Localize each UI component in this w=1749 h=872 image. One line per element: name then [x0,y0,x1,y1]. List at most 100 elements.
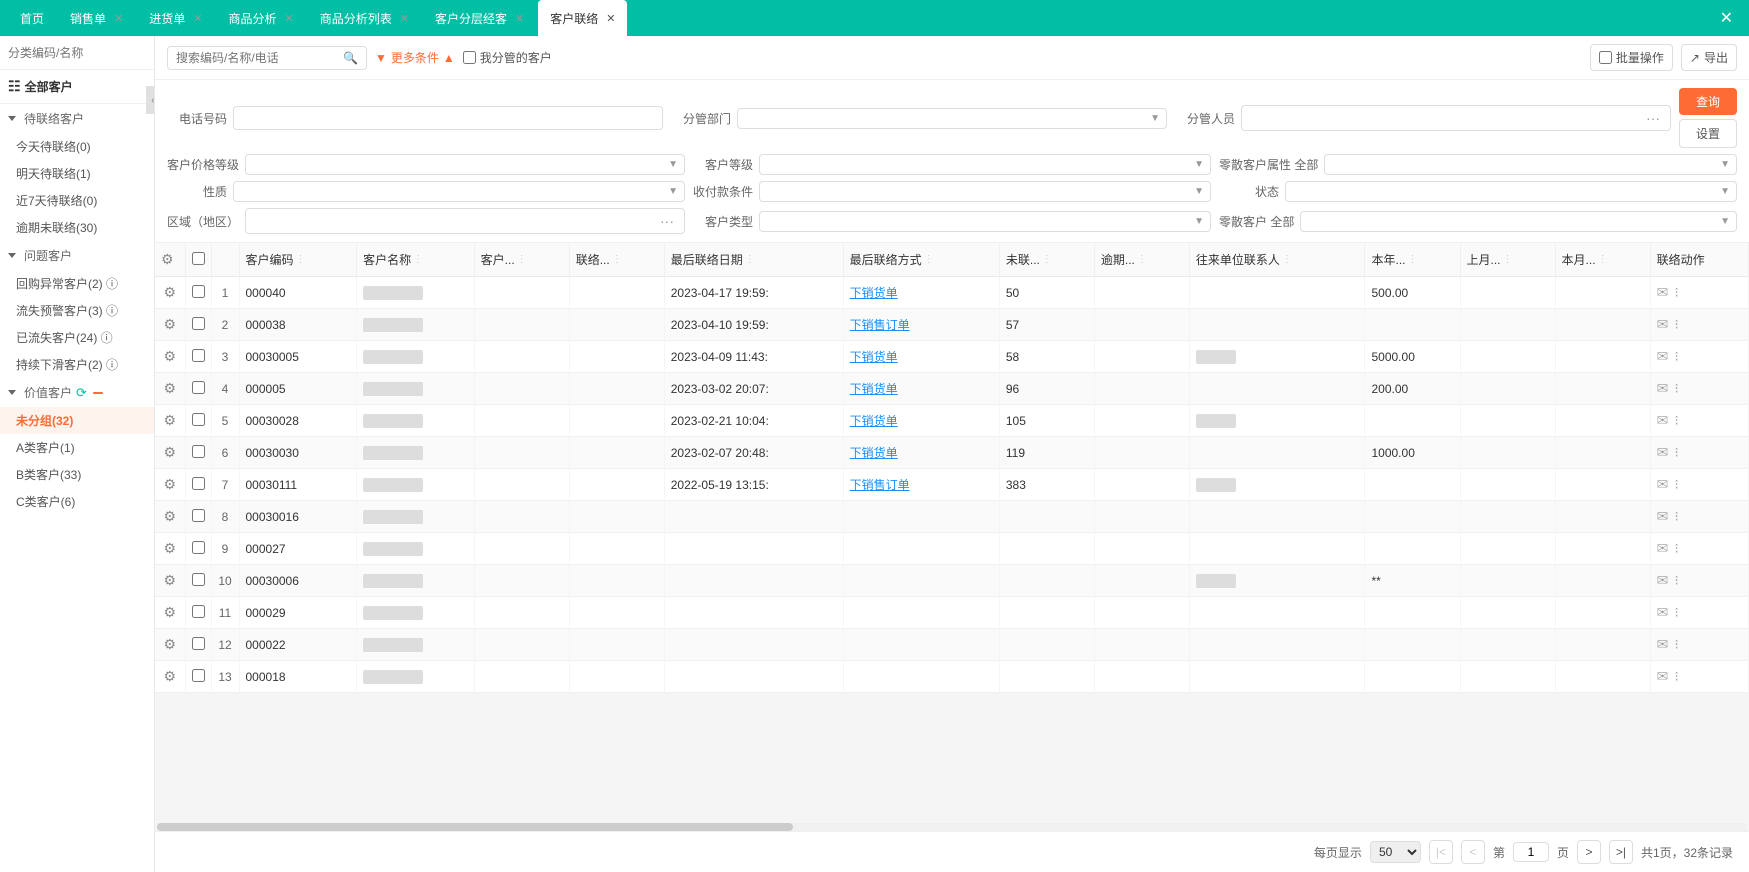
tab-product-analysis[interactable]: 商品分析 ✕ [216,0,305,36]
sidebar-all-customers[interactable]: ☷ 全部客户 [0,70,154,104]
product-analysis-list-tab-close[interactable]: ✕ [400,12,409,25]
col-contact-person-resize[interactable]: ⋮ [1282,254,1292,265]
col-last-month[interactable]: 上月...⋮ [1460,243,1555,277]
col-this-year-resize[interactable]: ⋮ [1408,254,1418,265]
action-grid-icon[interactable]: ⁝ [1674,572,1678,589]
sidebar-section-pending[interactable]: 待联络客户 [0,104,154,133]
row-method-link[interactable]: 下销货单 [850,382,898,396]
search-input[interactable] [176,51,339,65]
filter-phone-input[interactable] [233,106,663,130]
action-grid-icon[interactable]: ⁝ [1674,540,1678,557]
action-chat-icon[interactable]: ✉ [1657,412,1669,429]
col-no-contact[interactable]: 未联...⋮ [999,243,1094,277]
col-code-resize[interactable]: ⋮ [296,254,306,265]
sidebar-item-declining[interactable]: 持续下滑客户(2) ⓘ [0,351,154,378]
col-type-resize[interactable]: ⋮ [517,254,527,265]
sidebar-item-churn-warning[interactable]: 流失预警客户(3) ⓘ [0,297,154,324]
sales-tab-close[interactable]: ✕ [114,12,123,25]
col-overdue[interactable]: 逾期...⋮ [1094,243,1189,277]
row-checkbox[interactable] [192,573,205,586]
close-all-tabs[interactable]: ✕ [1712,8,1741,28]
filter-region-select[interactable]: ··· [245,208,685,234]
sidebar-item-class-b[interactable]: B类客户(33) [0,461,154,488]
select-all-checkbox[interactable] [192,252,205,265]
col-this-month[interactable]: 本月...⋮ [1555,243,1650,277]
col-contact[interactable]: 联络...⋮ [569,243,664,277]
filter-nature-select[interactable]: ▼ [233,181,685,202]
row-method-link[interactable]: 下销货单 [850,414,898,428]
export-btn[interactable]: ↗ 导出 [1681,44,1737,71]
my-customers-checkbox-label[interactable]: 我分管的客户 [463,49,552,66]
col-last-method-resize[interactable]: ⋮ [924,254,934,265]
sidebar-item-repurchase-abnormal[interactable]: 回购异常客户(2) ⓘ [0,270,154,297]
page-input[interactable] [1513,842,1549,862]
scroll-thumb[interactable] [157,823,793,831]
row-checkbox[interactable] [192,477,205,490]
row-gear[interactable]: ⚙ [155,533,185,565]
filter-status-select[interactable]: ▼ [1285,181,1737,202]
row-gear[interactable]: ⚙ [155,437,185,469]
prev-page-btn[interactable]: < [1461,840,1485,864]
row-gear[interactable]: ⚙ [155,373,185,405]
col-overdue-resize[interactable]: ⋮ [1137,254,1147,265]
col-code[interactable]: 客户编码⋮ [239,243,357,277]
action-chat-icon[interactable]: ✉ [1657,508,1669,525]
row-gear[interactable]: ⚙ [155,661,185,693]
filter-person-select[interactable]: ··· [1241,105,1671,131]
col-last-month-resize[interactable]: ⋮ [1503,254,1513,265]
row-method-link[interactable]: 下销货单 [850,286,898,300]
tab-customer-contact[interactable]: 客户联络 ✕ [538,0,627,36]
action-grid-icon[interactable]: ⁝ [1674,476,1678,493]
col-name[interactable]: 客户名称⋮ [357,243,475,277]
sidebar-item-unclassified[interactable]: 未分组(32) [0,407,154,434]
customer-segment-tab-close[interactable]: ✕ [515,12,524,25]
reset-btn[interactable]: 设置 [1679,119,1737,148]
col-gear[interactable]: ⚙ [155,243,185,277]
row-checkbox[interactable] [192,317,205,330]
sidebar-section-problem[interactable]: 问题客户 [0,241,154,270]
row-gear[interactable]: ⚙ [155,309,185,341]
row-gear[interactable]: ⚙ [155,469,185,501]
row-gear[interactable]: ⚙ [155,341,185,373]
sidebar-collapse-btn[interactable]: « [146,86,155,114]
action-chat-icon[interactable]: ✉ [1657,348,1669,365]
row-gear[interactable]: ⚙ [155,597,185,629]
action-chat-icon[interactable]: ✉ [1657,284,1669,301]
row-method-link[interactable]: 下销售订单 [850,478,910,492]
col-last-date-resize[interactable]: ⋮ [745,254,755,265]
action-grid-icon[interactable]: ⁝ [1674,412,1678,429]
action-chat-icon[interactable]: ✉ [1657,668,1669,685]
col-name-resize[interactable]: ⋮ [413,254,423,265]
more-conditions-btn[interactable]: ▼ 更多条件 ▲ [375,49,455,66]
row-gear[interactable]: ⚙ [155,405,185,437]
tab-customer-segment[interactable]: 客户分层经客 ✕ [423,0,536,36]
sidebar-item-class-c[interactable]: C类客户(6) [0,488,154,515]
value-refresh-icon[interactable]: ⟳ [76,385,87,401]
row-gear[interactable]: ⚙ [155,277,185,309]
sidebar-item-week[interactable]: 近7天待联络(0) [0,187,154,214]
my-customers-checkbox[interactable] [463,51,476,64]
filter-person-dots[interactable]: ··· [1642,110,1664,126]
filter-price-level-select[interactable]: ▼ [245,154,685,175]
row-gear[interactable]: ⚙ [155,501,185,533]
row-method-link[interactable]: 下销售订单 [850,318,910,332]
row-gear[interactable]: ⚙ [155,565,185,597]
col-no-contact-resize[interactable]: ⋮ [1042,254,1052,265]
col-last-method[interactable]: 最后联络方式⋮ [843,243,999,277]
filter-retail-attr-select[interactable]: ▼ [1324,154,1737,175]
action-chat-icon[interactable]: ✉ [1657,380,1669,397]
col-this-year[interactable]: 本年...⋮ [1365,243,1460,277]
action-grid-icon[interactable]: ⁝ [1674,444,1678,461]
row-gear[interactable]: ⚙ [155,629,185,661]
filter-customer-level-select[interactable]: ▼ [759,154,1211,175]
next-page-btn[interactable]: > [1577,840,1601,864]
table-scroll-area[interactable]: ⚙ 客户编码⋮ 客户名称⋮ 客户...⋮ 联络...⋮ 最后联络日期⋮ 最后联络… [155,243,1749,823]
row-checkbox[interactable] [192,349,205,362]
horizontal-scrollbar[interactable] [157,823,1747,831]
col-last-date[interactable]: 最后联络日期⋮ [664,243,843,277]
row-checkbox[interactable] [192,541,205,554]
sidebar-section-value[interactable]: 价值客户 ⟳ [0,378,154,407]
per-page-select[interactable]: 50 20 100 [1370,841,1421,863]
action-grid-icon[interactable]: ⁝ [1674,604,1678,621]
row-checkbox[interactable] [192,669,205,682]
